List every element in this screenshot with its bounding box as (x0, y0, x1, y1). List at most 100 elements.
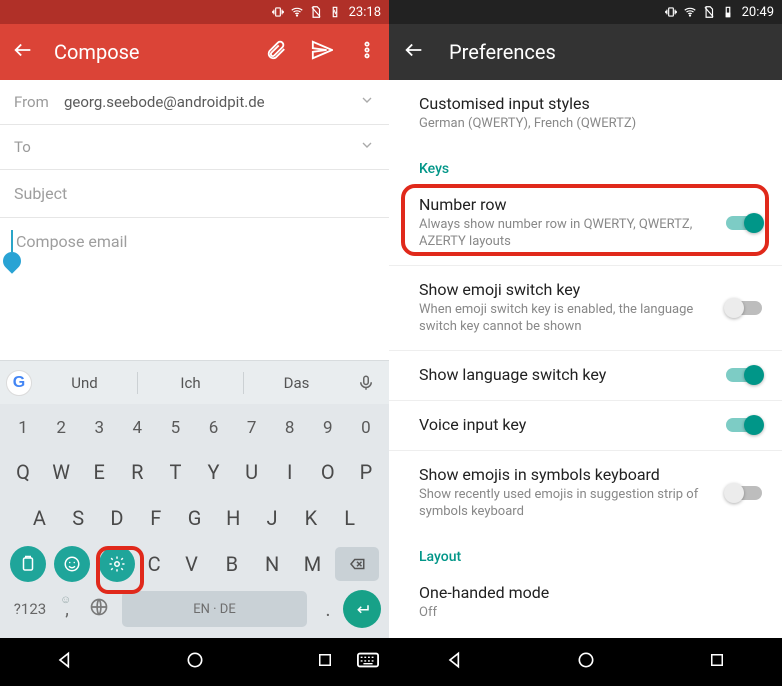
key[interactable]: 0 (347, 410, 385, 446)
key[interactable]: M (294, 544, 330, 584)
key[interactable]: F (136, 498, 175, 538)
spacebar[interactable]: EN · DE (122, 591, 307, 627)
pref-one-handed-mode[interactable]: One-handed mode Off (389, 569, 782, 636)
key[interactable]: 5 (156, 410, 194, 446)
to-label: To (14, 138, 50, 156)
attach-icon[interactable] (265, 39, 287, 65)
key[interactable]: U (233, 452, 271, 492)
status-bar: 20:49 (389, 0, 782, 24)
suggestion-word[interactable]: Ich (138, 374, 243, 392)
suggestion-word[interactable]: Das (244, 374, 349, 392)
vibrate-icon (664, 5, 678, 19)
overflow-icon[interactable] (357, 40, 377, 64)
key[interactable]: D (98, 498, 137, 538)
body-field[interactable]: Compose email (0, 218, 389, 360)
emoji-key[interactable] (54, 546, 90, 582)
key[interactable]: V (173, 544, 209, 584)
app-title: Compose (54, 40, 245, 64)
key[interactable]: 7 (233, 410, 271, 446)
text-cursor-handle[interactable] (0, 248, 25, 273)
key[interactable]: R (118, 452, 156, 492)
nav-home-icon[interactable] (185, 650, 205, 674)
pref-language-switch-key[interactable]: Show language switch key (389, 351, 782, 400)
keyboard-toggle-icon[interactable] (357, 652, 379, 672)
status-bar: 23:18 (0, 0, 389, 24)
preferences-list[interactable]: Customised input styles German (QWERTY),… (389, 80, 782, 638)
key[interactable]: P (347, 452, 385, 492)
key[interactable]: N (254, 544, 290, 584)
settings-key[interactable] (99, 546, 135, 582)
no-sim-icon (309, 5, 323, 19)
switch[interactable] (726, 486, 762, 500)
pref-number-row[interactable]: Number row Always show number row in QWE… (389, 181, 782, 265)
backspace-key[interactable] (335, 547, 379, 581)
key[interactable]: H (214, 498, 253, 538)
comma-key[interactable]: ☺, (52, 599, 82, 620)
key[interactable]: Q (4, 452, 42, 492)
period-key[interactable]: . (313, 597, 343, 621)
back-icon[interactable] (12, 39, 34, 65)
key[interactable]: 2 (42, 410, 80, 446)
switch[interactable] (726, 368, 762, 382)
key[interactable]: G (175, 498, 214, 538)
wifi-icon (290, 5, 304, 19)
nav-home-icon[interactable] (576, 650, 596, 674)
from-field[interactable]: From georg.seebode@androidpit.de (0, 80, 389, 125)
key[interactable]: Y (194, 452, 232, 492)
vibrate-icon (271, 5, 285, 19)
symbols-key[interactable]: ?123 (8, 600, 52, 618)
battery-charging-icon (328, 5, 342, 19)
pref-voice-input-key[interactable]: Voice input key (389, 401, 782, 450)
section-keys: Keys (389, 147, 782, 181)
section-layout: Layout (389, 535, 782, 569)
key[interactable]: E (80, 452, 118, 492)
chevron-down-icon[interactable] (359, 137, 375, 157)
nav-bar (0, 638, 389, 686)
key[interactable]: 1 (4, 410, 42, 446)
key[interactable]: K (291, 498, 330, 538)
switch[interactable] (726, 216, 762, 230)
key[interactable]: O (309, 452, 347, 492)
send-icon[interactable] (311, 39, 333, 65)
key[interactable]: L (330, 498, 369, 538)
key[interactable]: W (42, 452, 80, 492)
clock: 20:49 (742, 5, 774, 20)
suggestion-word[interactable]: Und (32, 374, 137, 392)
key[interactable]: T (156, 452, 194, 492)
google-search-icon[interactable]: G (6, 370, 32, 396)
key[interactable]: J (253, 498, 292, 538)
key[interactable]: 3 (80, 410, 118, 446)
pref-show-emojis-symbols[interactable]: Show emojis in symbols keyboard Show rec… (389, 451, 782, 535)
nav-recents-icon[interactable] (708, 651, 726, 673)
keyboard: G Und Ich Das 1 2 3 4 5 6 7 8 9 0 (0, 360, 389, 638)
switch[interactable] (726, 301, 762, 315)
nav-back-icon[interactable] (445, 650, 465, 674)
back-icon[interactable] (403, 39, 425, 65)
enter-key[interactable] (343, 590, 381, 628)
language-switch-key[interactable] (82, 597, 116, 621)
key[interactable]: I (271, 452, 309, 492)
number-row: 1 2 3 4 5 6 7 8 9 0 (2, 410, 387, 446)
nav-recents-icon[interactable] (316, 651, 334, 673)
app-bar: Compose (0, 24, 389, 80)
switch[interactable] (726, 418, 762, 432)
nav-back-icon[interactable] (55, 650, 75, 674)
key[interactable]: B (214, 544, 250, 584)
clipboard-key[interactable] (10, 546, 46, 582)
key[interactable]: 4 (118, 410, 156, 446)
key[interactable]: A (20, 498, 59, 538)
pref-emoji-switch-key[interactable]: Show emoji switch key When emoji switch … (389, 266, 782, 350)
key[interactable]: 9 (309, 410, 347, 446)
key[interactable]: C (139, 544, 169, 584)
key[interactable]: S (59, 498, 98, 538)
chevron-down-icon[interactable] (359, 92, 375, 112)
key[interactable]: 8 (271, 410, 309, 446)
to-field[interactable]: To (0, 125, 389, 170)
app-bar: Preferences (389, 24, 782, 80)
pref-custom-input-styles[interactable]: Customised input styles German (QWERTY),… (389, 80, 782, 147)
key[interactable]: 6 (194, 410, 232, 446)
from-value: georg.seebode@androidpit.de (64, 93, 345, 111)
suggestion-strip: G Und Ich Das (0, 360, 389, 404)
mic-icon[interactable] (357, 374, 375, 392)
subject-field[interactable]: Subject (0, 170, 389, 218)
